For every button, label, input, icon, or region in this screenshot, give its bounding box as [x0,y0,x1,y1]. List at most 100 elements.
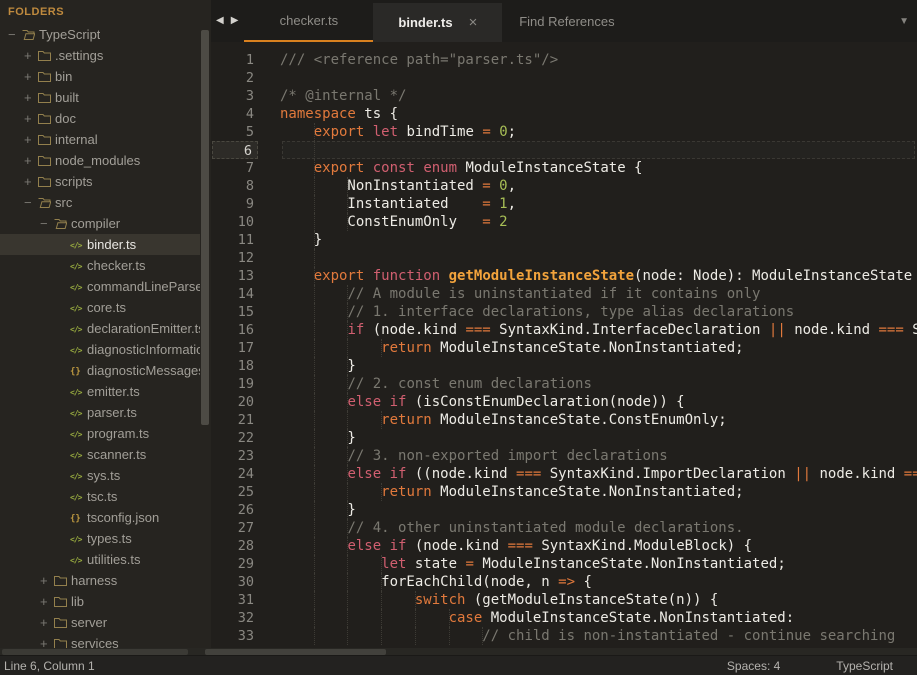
code-line-7[interactable]: export const enum ModuleInstanceState { [280,159,917,177]
tab-find-references[interactable]: Find References [502,0,631,42]
expand-icon[interactable]: + [40,615,54,630]
code-line-31[interactable]: switch (getModuleInstanceState(n)) { [280,591,917,609]
expand-icon[interactable]: + [40,594,54,609]
sidebar-file-diagnosticmessages-json[interactable]: {}diagnosticMessages.json [0,360,200,381]
sidebar-file-types-ts[interactable]: </>types.ts [0,528,200,549]
expand-icon[interactable]: + [24,174,38,189]
sidebar-file-scanner-ts[interactable]: </>scanner.ts [0,444,200,465]
folder-icon [54,638,71,648]
code-line-15[interactable]: // 1. interface declarations, type alias… [280,303,917,321]
tab-overflow-icon[interactable]: ▼ [899,16,917,27]
sidebar-file-commandlineparser-ts[interactable]: </>commandLineParser.ts [0,276,200,297]
code-line-22[interactable]: } [280,429,917,447]
back-arrow-icon[interactable]: ◀ [214,14,226,28]
code-line-16[interactable]: if (node.kind === SyntaxKind.InterfaceDe… [280,321,917,339]
cursor-position[interactable]: Line 6, Column 1 [0,659,95,673]
code-line-13[interactable]: export function getModuleInstanceState(n… [280,267,917,285]
code-token: 0 [499,124,507,140]
sidebar-file-tsconfig-json[interactable]: {}tsconfig.json [0,507,200,528]
collapse-icon[interactable]: − [8,27,22,42]
tab-close-icon[interactable]: × [469,15,478,30]
code-line-25[interactable]: return ModuleInstanceState.NonInstantiat… [280,483,917,501]
code-line-19[interactable]: // 2. const enum declarations [280,375,917,393]
tab-binder-ts[interactable]: binder.ts× [373,3,502,42]
code-line-3[interactable]: /* @internal */ [280,87,917,105]
sidebar-folder-settings[interactable]: +.settings [0,45,200,66]
sidebar-folder-lib[interactable]: +lib [0,591,200,612]
expand-icon[interactable]: + [24,69,38,84]
sidebar-folder-internal[interactable]: +internal [0,129,200,150]
expand-icon[interactable]: + [24,111,38,126]
code-line-33[interactable]: // child is non-instantiated - continue … [280,627,917,645]
sidebar-folder-doc[interactable]: +doc [0,108,200,129]
code-line-23[interactable]: // 3. non-exported import declarations [280,447,917,465]
collapse-icon[interactable]: − [24,195,38,210]
code-line-21[interactable]: return ModuleInstanceState.ConstEnumOnly… [280,411,917,429]
code-line-10[interactable]: ConstEnumOnly = 2 [280,213,917,231]
tree-item-label: program.ts [87,426,149,441]
code-line-4[interactable]: namespace ts { [280,105,917,123]
sidebar-folder-src[interactable]: −src [0,192,200,213]
sidebar-file-core-ts[interactable]: </>core.ts [0,297,200,318]
expand-icon[interactable]: + [24,132,38,147]
sidebar-file-binder-ts[interactable]: </>binder.ts [0,234,200,255]
code-line-5[interactable]: export let bindTime = 0; [280,123,917,141]
code-area[interactable]: /// <reference path="parser.ts"/> /* @int… [280,51,917,645]
code-line-28[interactable]: else if (node.kind === SyntaxKind.Module… [280,537,917,555]
code-line-14[interactable]: // A module is uninstantiated if it cont… [280,285,917,303]
sidebar-scrollbar-thumb[interactable] [201,30,209,425]
sidebar-folder-compiler[interactable]: −compiler [0,213,200,234]
sidebar-folder-typescript[interactable]: −TypeScript [0,24,200,45]
sidebar-folder-node-modules[interactable]: +node_modules [0,150,200,171]
sidebar-folder-harness[interactable]: +harness [0,570,200,591]
code-line-26[interactable]: } [280,501,917,519]
expand-icon[interactable]: + [40,573,54,588]
code-line-2[interactable] [280,69,917,87]
sidebar-file-program-ts[interactable]: </>program.ts [0,423,200,444]
code-token: enum [423,160,457,176]
expand-icon[interactable]: + [24,48,38,63]
editor-pane[interactable]: 1234567891011121314151617181920212223242… [211,42,917,648]
code-line-20[interactable]: else if (isConstEnumDeclaration(node)) { [280,393,917,411]
indent-guide [347,591,348,609]
code-line-27[interactable]: // 4. other uninstantiated module declar… [280,519,917,537]
sidebar-folder-server[interactable]: +server [0,612,200,633]
sidebar-file-declarationemitter-ts[interactable]: </>declarationEmitter.ts [0,318,200,339]
code-line-32[interactable]: case ModuleInstanceState.NonInstantiated… [280,609,917,627]
code-token: , [508,178,516,194]
sidebar-file-diagnosticinformationmap-generated-ts[interactable]: </>diagnosticInformationMap.generated.ts [0,339,200,360]
indent-setting[interactable]: Spaces: 4 [727,659,780,673]
code-line-11[interactable]: } [280,231,917,249]
code-token [280,412,381,428]
code-line-6[interactable] [280,141,917,159]
sidebar-file-checker-ts[interactable]: </>checker.ts [0,255,200,276]
collapse-icon[interactable]: − [40,216,54,231]
code-line-30[interactable]: forEachChild(node, n => { [280,573,917,591]
sidebar-folder-services[interactable]: +services [0,633,200,648]
sidebar-file-sys-ts[interactable]: </>sys.ts [0,465,200,486]
sidebar-folder-scripts[interactable]: +scripts [0,171,200,192]
code-line-9[interactable]: Instantiated = 1, [280,195,917,213]
syntax-setting[interactable]: TypeScript [836,659,893,673]
expand-icon[interactable]: + [24,153,38,168]
sidebar-folder-built[interactable]: +built [0,87,200,108]
sidebar-file-tsc-ts[interactable]: </>tsc.ts [0,486,200,507]
code-line-8[interactable]: NonInstantiated = 0, [280,177,917,195]
code-line-1[interactable]: /// <reference path="parser.ts"/> [280,51,917,69]
code-line-18[interactable]: } [280,357,917,375]
expand-icon[interactable]: + [24,90,38,105]
sidebar-file-utilities-ts[interactable]: </>utilities.ts [0,549,200,570]
sidebar-folder-bin[interactable]: +bin [0,66,200,87]
sidebar-file-emitter-ts[interactable]: </>emitter.ts [0,381,200,402]
forward-arrow-icon[interactable]: ▶ [229,14,241,28]
code-line-24[interactable]: else if ((node.kind === SyntaxKind.Impor… [280,465,917,483]
code-line-29[interactable]: let state = ModuleInstanceState.NonInsta… [280,555,917,573]
line-number: 13 [211,267,259,285]
indent-guide [314,591,315,609]
code-line-12[interactable] [280,249,917,267]
code-line-17[interactable]: return ModuleInstanceState.NonInstantiat… [280,339,917,357]
code-token: if [390,466,407,482]
tab-checker-ts[interactable]: checker.ts [244,0,373,42]
sidebar-file-parser-ts[interactable]: </>parser.ts [0,402,200,423]
expand-icon[interactable]: + [40,636,54,648]
